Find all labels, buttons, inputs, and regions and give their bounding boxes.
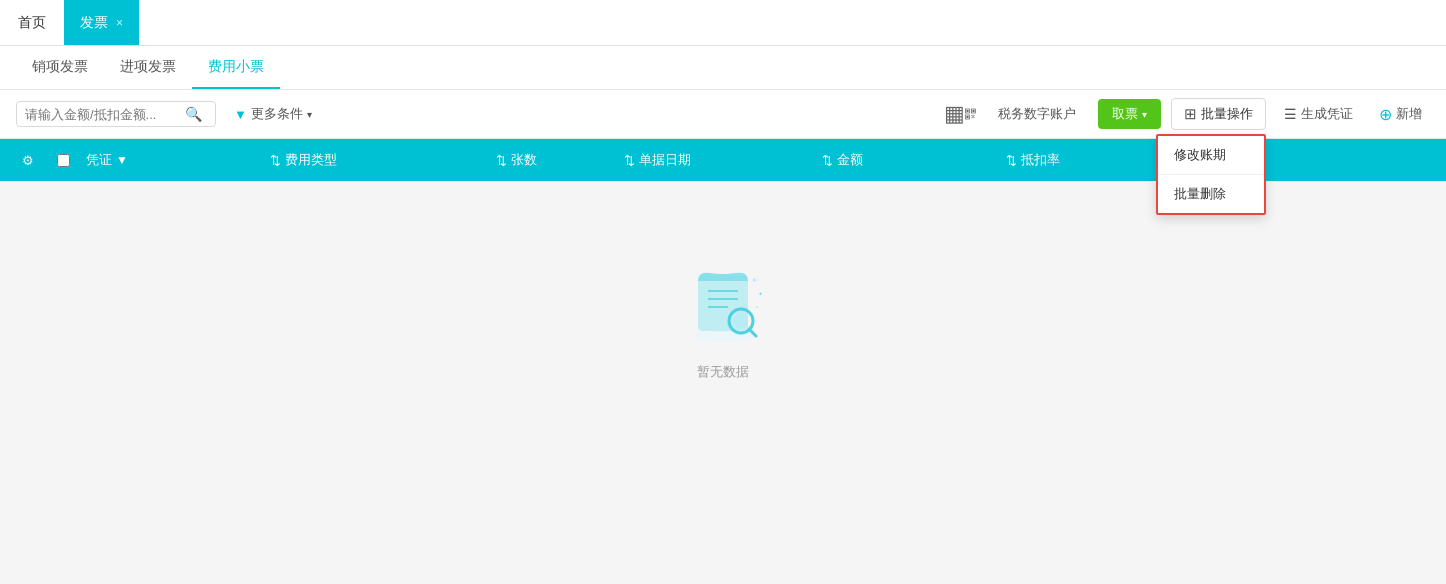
th-amount-label: 金额 [837, 151, 863, 169]
th-expense-label: 费用类型 [285, 151, 337, 169]
th-rate-label: 抵扣率 [1021, 151, 1060, 169]
th-gear[interactable]: ⚙ [8, 153, 48, 168]
svg-text:✦: ✦ [758, 291, 763, 297]
th-rate-sort-icon: ⇅ [1006, 153, 1017, 168]
th-voucher-label: 凭证 [86, 151, 112, 169]
th-voucher-filter-icon: ▼ [116, 153, 128, 167]
select-all-checkbox[interactable] [57, 154, 70, 167]
tax-account-button[interactable]: 税务数字账户 [986, 99, 1088, 129]
svg-rect-7 [974, 115, 975, 116]
svg-rect-5 [967, 116, 969, 118]
th-amount-sort-icon: ⇅ [822, 153, 833, 168]
th-amount[interactable]: ⇅ 金额 [814, 151, 998, 169]
svg-rect-6 [972, 115, 973, 116]
sub-nav-input[interactable]: 进项发票 [104, 46, 192, 89]
batch-btn-wrapper: ⊞ 批量操作 修改账期 批量删除 [1171, 98, 1266, 130]
nav-tab-close[interactable]: × [116, 16, 123, 30]
filter-icon: ▼ [234, 107, 247, 122]
dropdown-item-batch-delete[interactable]: 批量删除 [1158, 174, 1264, 213]
th-expense-type[interactable]: ⇅ 费用类型 [262, 151, 488, 169]
take-ticket-label: 取票 [1112, 105, 1138, 123]
svg-rect-1 [967, 110, 969, 112]
batch-operation-button[interactable]: ⊞ 批量操作 [1171, 98, 1266, 130]
empty-icon: ✦ ✦ ✦ [673, 261, 773, 351]
toolbar: 🔍 ▼ 更多条件 ▾ ▦ 税务数字账户 [0, 90, 1446, 139]
voucher-label: 生成凭证 [1301, 105, 1353, 123]
take-ticket-button[interactable]: 取票 ▾ [1098, 99, 1161, 129]
svg-rect-8 [972, 117, 973, 118]
svg-text:✦: ✦ [751, 276, 758, 285]
empty-label: 暂无数据 [697, 363, 749, 381]
add-button[interactable]: ⊕ 新增 [1371, 99, 1430, 130]
search-box[interactable]: 🔍 [16, 101, 216, 127]
th-count-sort-icon: ⇅ [496, 153, 507, 168]
th-date[interactable]: ⇅ 单据日期 [616, 151, 814, 169]
top-nav: 首页 发票 × [0, 0, 1446, 46]
toolbar-left: 🔍 ▼ 更多条件 ▾ [16, 101, 320, 127]
batch-icon: ⊞ [1184, 105, 1197, 123]
qr-svg-icon [965, 103, 976, 125]
svg-rect-10 [973, 116, 974, 117]
svg-text:✦: ✦ [755, 304, 759, 310]
dropdown-item-modify-period[interactable]: 修改账期 [1158, 136, 1264, 174]
voucher-icon: ☰ [1284, 106, 1297, 122]
sub-nav: 销项发票 进项发票 费用小票 [0, 46, 1446, 90]
filter-button[interactable]: ▼ 更多条件 ▾ [226, 101, 320, 127]
nav-tab-invoice[interactable]: 发票 × [64, 0, 139, 45]
add-label: 新增 [1396, 105, 1422, 123]
qr-button[interactable]: ▦ [944, 98, 976, 130]
th-voucher[interactable]: 凭证 ▼ [78, 151, 262, 169]
th-date-sort-icon: ⇅ [624, 153, 635, 168]
search-icon[interactable]: 🔍 [185, 106, 202, 122]
nav-home[interactable]: 首页 [0, 0, 64, 45]
th-count-label: 张数 [511, 151, 537, 169]
filter-chevron-icon: ▾ [307, 109, 312, 120]
take-chevron-icon: ▾ [1142, 109, 1147, 120]
th-sort-up-icon: ⇅ [270, 153, 281, 168]
svg-rect-9 [974, 117, 975, 118]
th-checkbox[interactable] [48, 154, 78, 167]
th-date-label: 单据日期 [639, 151, 691, 169]
svg-point-16 [734, 314, 748, 328]
sub-nav-sales[interactable]: 销项发票 [16, 46, 104, 89]
qr-icon: ▦ [944, 101, 965, 127]
th-rate[interactable]: ⇅ 抵扣率 [998, 151, 1154, 169]
search-input[interactable] [25, 107, 185, 122]
gear-icon: ⚙ [22, 153, 34, 168]
add-icon: ⊕ [1379, 105, 1392, 124]
sub-nav-expense[interactable]: 费用小票 [192, 46, 280, 89]
toolbar-right: ▦ 税务数字账户 取票 ▾ ⊞ 批量操作 [944, 98, 1430, 130]
generate-voucher-button[interactable]: ☰ 生成凭证 [1276, 99, 1361, 129]
empty-state: ✦ ✦ ✦ 暂无数据 [0, 181, 1446, 421]
th-count[interactable]: ⇅ 张数 [488, 151, 616, 169]
nav-tab-label: 发票 [80, 14, 108, 32]
batch-label: 批量操作 [1201, 105, 1253, 123]
svg-rect-3 [973, 110, 975, 112]
batch-dropdown-menu: 修改账期 批量删除 [1156, 134, 1266, 215]
filter-label: 更多条件 [251, 105, 303, 123]
